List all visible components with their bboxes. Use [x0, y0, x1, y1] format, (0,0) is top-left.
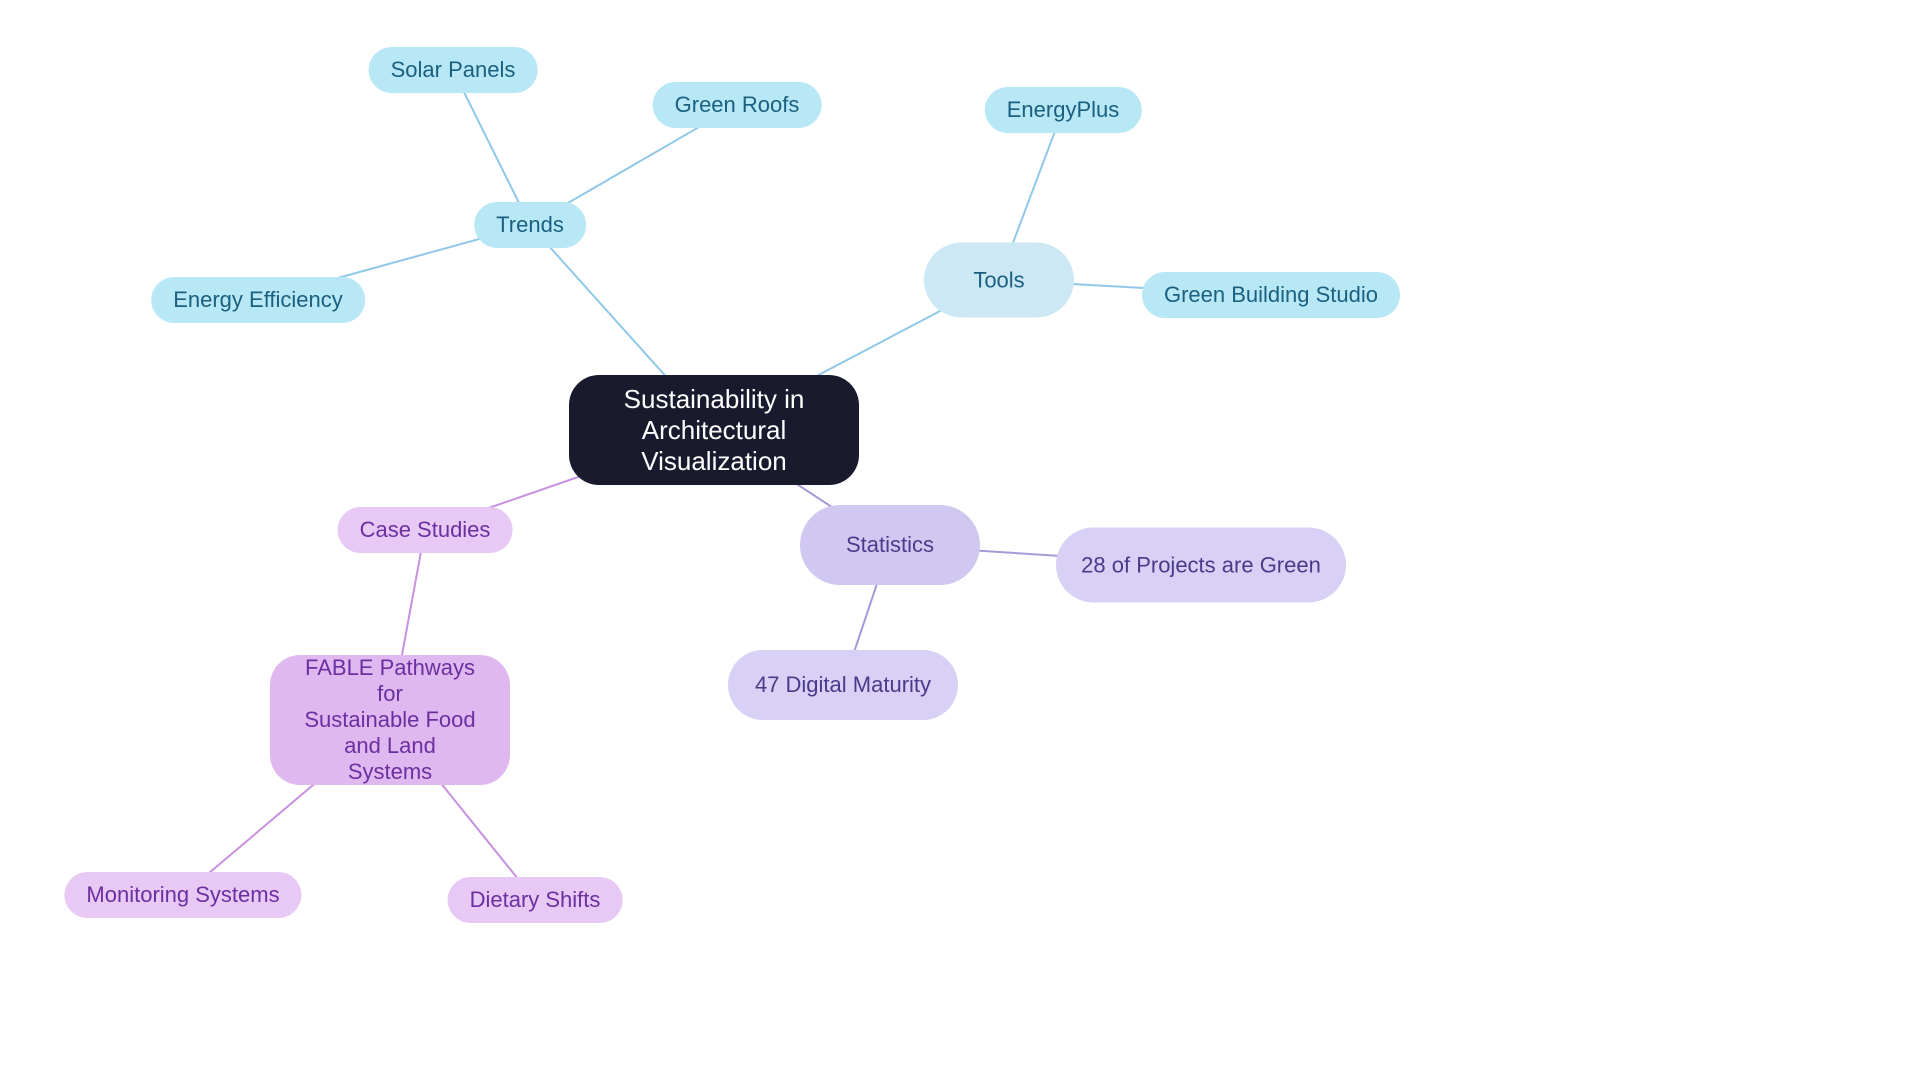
case-studies-node[interactable]: Case Studies — [338, 507, 513, 553]
green-roofs-node[interactable]: Green Roofs — [653, 82, 822, 128]
projects-green-node[interactable]: 28 of Projects are Green — [1056, 528, 1346, 603]
dietary-shifts-node[interactable]: Dietary Shifts — [448, 877, 623, 923]
fable-node[interactable]: FABLE Pathways forSustainable Food and L… — [270, 655, 510, 785]
tools-node[interactable]: Tools — [924, 243, 1074, 318]
energy-plus-node[interactable]: EnergyPlus — [985, 87, 1142, 133]
solar-panels-node[interactable]: Solar Panels — [369, 47, 538, 93]
energy-efficiency-node[interactable]: Energy Efficiency — [151, 277, 365, 323]
digital-maturity-node[interactable]: 47 Digital Maturity — [728, 650, 958, 720]
monitoring-systems-node[interactable]: Monitoring Systems — [64, 872, 301, 918]
center-node[interactable]: Sustainability in ArchitecturalVisualiza… — [569, 375, 859, 485]
trends-node[interactable]: Trends — [474, 202, 586, 248]
statistics-node[interactable]: Statistics — [800, 505, 980, 585]
green-building-studio-node[interactable]: Green Building Studio — [1142, 272, 1400, 318]
mindmap-container: Sustainability in ArchitecturalVisualiza… — [0, 0, 1920, 1083]
